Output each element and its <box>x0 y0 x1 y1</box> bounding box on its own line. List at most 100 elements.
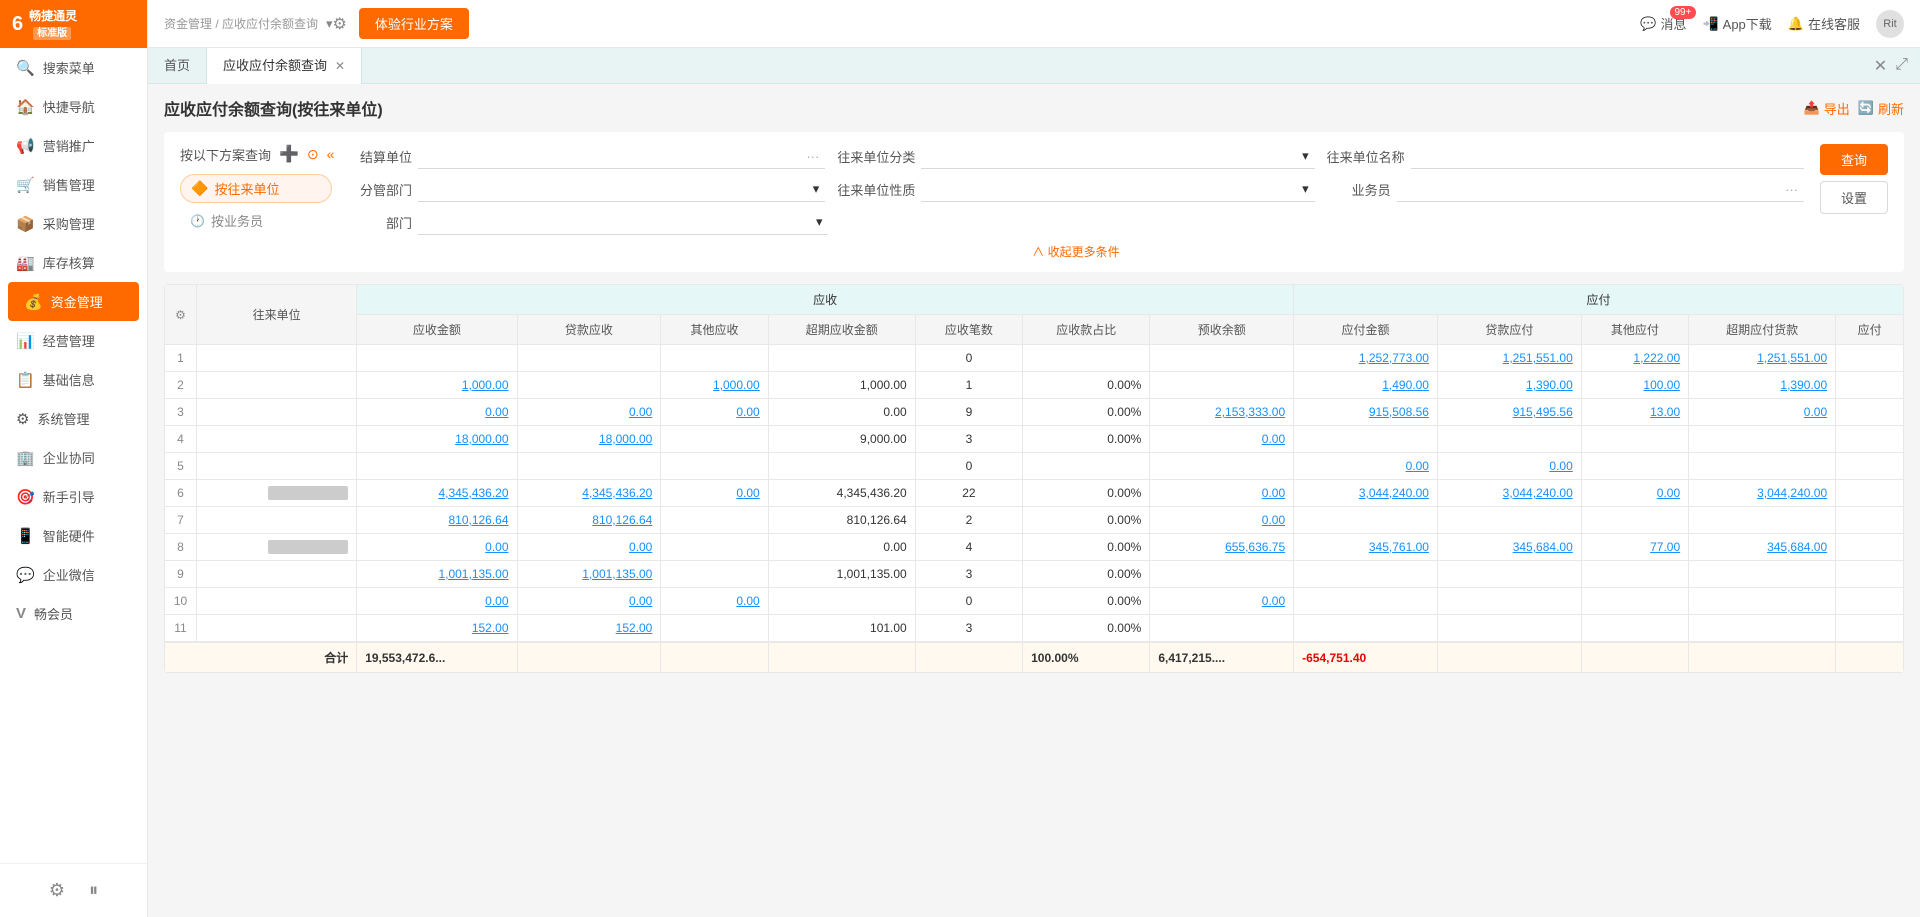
jsdw-input-dots[interactable]: ··· <box>806 149 819 164</box>
tab-araq[interactable]: 应收应付余额查询 ✕ <box>207 48 362 84</box>
filter-label-lwdwxz: 往来单位性质 <box>837 180 915 199</box>
th-settings[interactable]: ⚙ <box>165 285 197 345</box>
set-btn[interactable]: 设置 <box>1820 181 1888 214</box>
filter-by-staff[interactable]: 🕐 按业务员 <box>180 207 332 234</box>
sidebar-item-member[interactable]: V 畅会员 <box>0 594 147 633</box>
filter-by-unit[interactable]: 🔶 按往来单位 <box>180 174 332 203</box>
wechat-icon: 💬 <box>16 566 35 584</box>
table-row: 418,000.0018,000.009,000.0030.00%0.00 <box>165 426 1904 453</box>
sidebar-item-guide[interactable]: 🎯 新手引导 <box>0 477 147 516</box>
user-avatar: Rit <box>1876 10 1904 38</box>
online-service-btn[interactable]: 🔔 在线客服 <box>1788 14 1860 33</box>
sidebar-item-search[interactable]: 🔍 搜索菜单 <box>0 48 147 87</box>
more-scheme-btn[interactable]: « <box>327 146 335 162</box>
user-menu[interactable]: Rit <box>1876 10 1904 38</box>
filter-label-lwdwfl: 往来单位分类 <box>837 147 915 166</box>
filter-label-bm: 部门 <box>348 213 412 232</box>
table-row: 101,252,773.001,251,551.001,222.001,251,… <box>165 345 1904 372</box>
sidebar-item-enterprise[interactable]: 🏢 企业协同 <box>0 438 147 477</box>
app-download-label: App下载 <box>1723 14 1772 33</box>
ywy-input-dots[interactable]: ··· <box>1785 182 1798 197</box>
refresh-icon: 🔄 <box>1858 100 1874 116</box>
filter-label-ywy: 业务员 <box>1327 180 1391 199</box>
footer-dkyf <box>1437 642 1581 673</box>
filter-area: 按以下方案查询 ➕ ⊙ « 🔶 按往来单位 🕐 按业务员 <box>164 132 1904 272</box>
table-row: 7810,126.64810,126.64810,126.6420.00%0.0… <box>165 507 1904 534</box>
footer-qtyf <box>1581 642 1688 673</box>
sidebar-item-operation[interactable]: 📊 经营管理 <box>0 321 147 360</box>
sidebar-item-system[interactable]: ⚙ 系统管理 <box>0 399 147 438</box>
sidebar: 6 畅捷通灵 标准版 🔍 搜索菜单 🏠 快捷导航 📢 营销推广 🛒 销售管理 📦… <box>0 0 148 917</box>
table-row: 11152.00152.00101.0030.00% <box>165 615 1904 643</box>
th-ysye: 预收余额 <box>1150 315 1294 345</box>
inventory-icon: 🏭 <box>16 254 35 272</box>
message-btn[interactable]: 💬 消息 99+ <box>1640 14 1686 33</box>
app-download-btn[interactable]: 📲 App下载 <box>1702 14 1771 33</box>
tab-close-btn[interactable]: ✕ <box>335 48 345 84</box>
tab-home[interactable]: 首页 <box>148 48 207 84</box>
sidebar-collapse-btn[interactable]: ⏸ <box>89 880 98 901</box>
table-row: 21,000.001,000.001,000.0010.00%1,490.001… <box>165 372 1904 399</box>
tab-araq-label: 应收应付余额查询 <box>223 48 327 84</box>
sidebar-item-finance[interactable]: 💰 资金管理 <box>8 282 139 321</box>
sales-icon: 🛒 <box>16 176 35 194</box>
table-row: 8██████0.000.000.0040.00%655,636.75345,7… <box>165 534 1904 561</box>
filter-cell-ywy: 业务员 ··· <box>1327 178 1804 202</box>
trial-btn[interactable]: 体验行业方案 <box>359 8 469 39</box>
filter-cell-lwdwmc: 往来单位名称 <box>1327 145 1804 169</box>
footer-dkys <box>517 642 661 673</box>
footer-ysye[interactable]: 6,417,215.... <box>1150 642 1294 673</box>
table-row: 30.000.000.000.0090.00%2,153,333.00915,5… <box>165 399 1904 426</box>
add-scheme-btn[interactable]: ➕ <box>279 144 299 164</box>
service-icon: 🔔 <box>1788 16 1804 32</box>
tab-bar-actions: ✕ ⤢ <box>1874 56 1920 76</box>
query-btn[interactable]: 查询 <box>1820 144 1888 175</box>
th-yf: 应付 <box>1836 315 1904 345</box>
sidebar-settings-btn[interactable]: ⚙ <box>49 880 65 901</box>
sidebar-item-wechat[interactable]: 💬 企业微信 <box>0 555 147 594</box>
footer-yfje[interactable]: -654,751.40 <box>1294 642 1438 673</box>
sidebar-item-inventory[interactable]: 🏭 库存核算 <box>0 243 147 282</box>
table-row: 6██████4,345,436.204,345,436.200.004,345… <box>165 480 1904 507</box>
tab-close-action[interactable]: ✕ <box>1874 56 1887 76</box>
table-settings-icon[interactable]: ⚙ <box>175 308 186 322</box>
footer-yskzb: 100.00% <box>1023 642 1150 673</box>
export-btn[interactable]: 📤 导出 <box>1804 99 1850 118</box>
footer-yf <box>1836 642 1904 673</box>
collapse-btn[interactable]: ∧ 收起更多条件 <box>348 243 1804 260</box>
top-header: 资金管理 / 应收应付余额查询 ▾ ⚙ 体验行业方案 💬 消息 99+ 📲 Ap… <box>148 0 1920 48</box>
th-cqysje: 超期应收金额 <box>768 315 915 345</box>
table-row: 91,001,135.001,001,135.001,001,135.0030.… <box>165 561 1904 588</box>
edit-scheme-btn[interactable]: ⊙ <box>307 146 319 163</box>
breadcrumb: 资金管理 / 应收应付余额查询 <box>164 15 318 32</box>
th-yingshou-group: 应收 <box>357 285 1294 315</box>
lwdwfl-dropdown-icon: ▾ <box>1302 148 1309 164</box>
footer-ysje[interactable]: 19,553,472.6... <box>357 642 517 673</box>
sidebar-item-basic[interactable]: 📋 基础信息 <box>0 360 147 399</box>
tab-expand-action[interactable]: ⤢ <box>1895 56 1908 76</box>
footer-cqyfhk <box>1689 642 1836 673</box>
sidebar-item-marketing[interactable]: 📢 营销推广 <box>0 126 147 165</box>
page-actions: 📤 导出 🔄 刷新 <box>1804 99 1904 118</box>
th-ysbis: 应收笔数 <box>915 315 1022 345</box>
app-logo: 6 畅捷通灵 标准版 <box>0 0 147 48</box>
filter-unit-icon: 🔶 <box>191 180 208 197</box>
sidebar-item-quicknav[interactable]: 🏠 快捷导航 <box>0 87 147 126</box>
message-badge: 99+ <box>1670 6 1697 19</box>
sidebar-item-hardware[interactable]: 📱 智能硬件 <box>0 516 147 555</box>
th-cqyfhk: 超期应付货款 <box>1689 315 1836 345</box>
filter-row-3: 部门 ▾ <box>348 210 1804 235</box>
search-icon: 🔍 <box>16 59 35 77</box>
footer-ysbis <box>915 642 1022 673</box>
logo-icon: 6 <box>12 13 23 36</box>
lwdwmc-input[interactable] <box>1411 145 1804 169</box>
main-area: 首页 应收应付余额查询 ✕ ✕ ⤢ 应收应付余额查询(按往来单位) 📤 导出 🔄… <box>148 48 1920 917</box>
sidebar-item-purchase[interactable]: 📦 采购管理 <box>0 204 147 243</box>
filter-cell-lwdwxz: 往来单位性质 ▾ <box>837 177 1314 202</box>
filter-label-lwdwmc: 往来单位名称 <box>1327 147 1405 166</box>
refresh-btn[interactable]: 🔄 刷新 <box>1858 99 1904 118</box>
header-gear-btn[interactable]: ⚙ <box>333 14 347 34</box>
sidebar-item-sales[interactable]: 🛒 销售管理 <box>0 165 147 204</box>
filter-cell-jsdw: 结算单位 ··· <box>348 145 825 169</box>
th-dkyf: 贷款应付 <box>1437 315 1581 345</box>
